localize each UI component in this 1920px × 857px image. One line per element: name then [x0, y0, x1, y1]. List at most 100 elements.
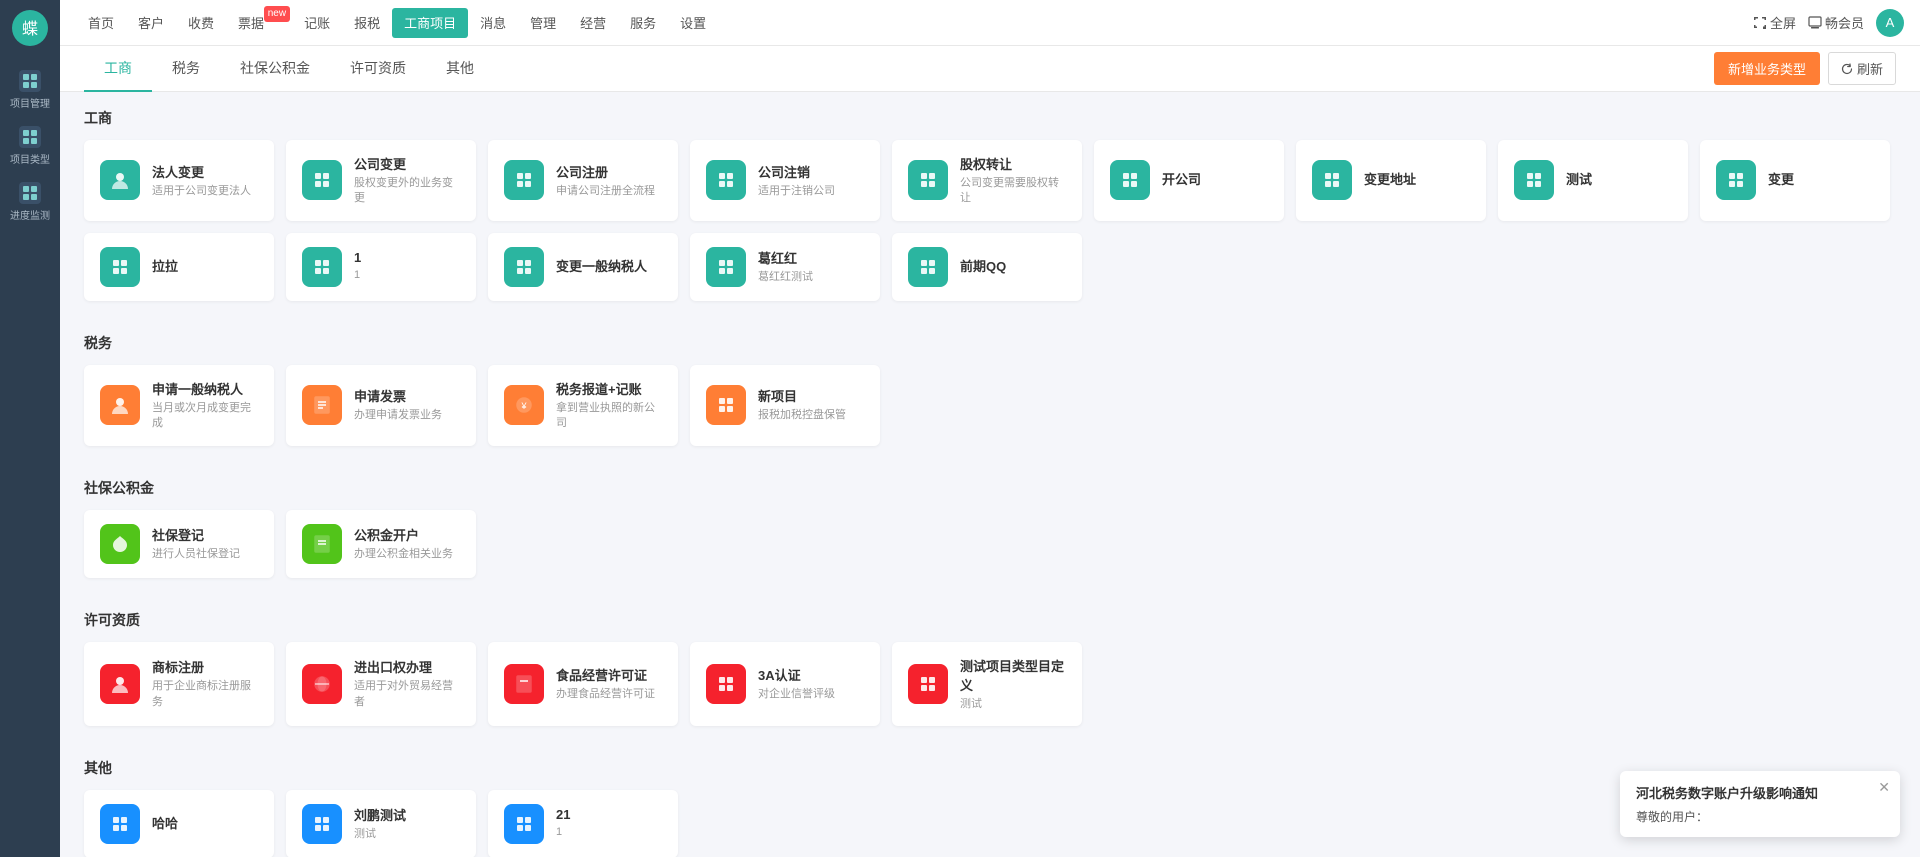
card-tax-report-icon: ¥ — [504, 385, 544, 425]
card-lala-icon — [100, 247, 140, 287]
sidebar: 蝶 项目管理 项目类型 进度监测 — [0, 0, 60, 857]
card-equity-transfer[interactable]: 股权转让 公司变更需要股权转让 — [892, 140, 1082, 221]
svg-text:蝶: 蝶 — [22, 20, 38, 38]
nav-message[interactable]: 消息 — [468, 0, 518, 46]
card-food-license-desc: 办理食品经营许可证 — [556, 687, 655, 702]
card-test[interactable]: 测试 — [1498, 140, 1688, 221]
card-one[interactable]: 1 1 — [286, 233, 476, 301]
content-area: 工商 法人变更 适用于公司变更法人 — [60, 92, 1920, 857]
card-tax-report[interactable]: ¥ 税务报道+记账 拿到营业执照的新公司 — [488, 365, 678, 446]
card-trademark-title: 商标注册 — [152, 657, 258, 676]
card-pre-qq[interactable]: 前期QQ — [892, 233, 1082, 301]
subnav-xuke[interactable]: 许可资质 — [330, 46, 426, 92]
subnav-gongshang[interactable]: 工商 — [84, 46, 152, 92]
nav-accounting[interactable]: 记账 — [292, 0, 342, 46]
card-twenty-one[interactable]: 21 1 — [488, 790, 678, 857]
card-legal-change-title: 法人变更 — [152, 162, 251, 181]
card-one-icon — [302, 247, 342, 287]
card-change-address-title: 变更地址 — [1364, 169, 1416, 188]
nav-home[interactable]: 首页 — [76, 0, 126, 46]
xuke-card-grid: 商标注册 用于企业商标注册服务 进出口权办理 适用于对外贸易经营者 — [84, 642, 1896, 726]
user-avatar[interactable]: A — [1876, 9, 1904, 37]
fullscreen-btn[interactable]: 全屏 — [1753, 13, 1796, 32]
card-3a-cert-icon — [706, 664, 746, 704]
card-apply-invoice-desc: 办理申请发票业务 — [354, 408, 442, 423]
notification-close-btn[interactable]: ✕ — [1878, 779, 1890, 796]
card-import-export-icon — [302, 664, 342, 704]
new-type-button[interactable]: 新增业务类型 — [1714, 52, 1820, 85]
section-gongshang-title: 工商 — [84, 108, 1896, 128]
card-company-cancel-desc: 适用于注销公司 — [758, 184, 835, 199]
member-btn[interactable]: 畅会员 — [1808, 13, 1864, 32]
card-mohonghong-title: 葛红红 — [758, 248, 813, 267]
card-mohonghong-icon — [706, 247, 746, 287]
card-legal-change[interactable]: 法人变更 适用于公司变更法人 — [84, 140, 274, 221]
card-change-icon — [1716, 160, 1756, 200]
card-new-project-icon — [706, 385, 746, 425]
nav-manage[interactable]: 管理 — [518, 0, 568, 46]
card-food-license[interactable]: 食品经营许可证 办理食品经营许可证 — [488, 642, 678, 726]
card-company-change-desc: 股权变更外的业务变更 — [354, 176, 460, 207]
card-company-change-icon — [302, 160, 342, 200]
card-haha-icon — [100, 804, 140, 844]
nav-client[interactable]: 客户 — [126, 0, 176, 46]
card-change-taxpayer[interactable]: 变更一般纳税人 — [488, 233, 678, 301]
card-food-license-icon — [504, 664, 544, 704]
section-gongshang: 工商 法人变更 适用于公司变更法人 — [60, 92, 1920, 317]
card-new-project[interactable]: 新项目 报税加税控盘保管 — [690, 365, 880, 446]
card-apply-taxpayer[interactable]: 申请一般纳税人 当月或次月成变更完成 — [84, 365, 274, 446]
card-test-title: 测试 — [1566, 169, 1592, 188]
card-fund-account-icon — [302, 524, 342, 564]
card-change[interactable]: 变更 — [1700, 140, 1890, 221]
card-open-company-icon — [1110, 160, 1150, 200]
refresh-button[interactable]: 刷新 — [1828, 52, 1896, 85]
nav-invoice[interactable]: 票据 new — [226, 0, 292, 46]
nav-bizproject[interactable]: 工商项目 — [392, 8, 468, 38]
card-social-register[interactable]: 社保登记 进行人员社保登记 — [84, 510, 274, 578]
card-twenty-one-desc: 1 — [556, 825, 570, 840]
card-change-address[interactable]: 变更地址 — [1296, 140, 1486, 221]
card-haha-title: 哈哈 — [152, 813, 178, 832]
card-import-export-desc: 适用于对外贸易经营者 — [354, 679, 460, 710]
card-company-cancel[interactable]: 公司注销 适用于注销公司 — [690, 140, 880, 221]
card-lala[interactable]: 拉拉 — [84, 233, 274, 301]
card-legal-change-desc: 适用于公司变更法人 — [152, 184, 251, 199]
subnav-actions: 新增业务类型 刷新 — [1714, 52, 1896, 85]
nav-tax[interactable]: 报税 — [342, 0, 392, 46]
nav-operation[interactable]: 经营 — [568, 0, 618, 46]
sidebar-item-project-type[interactable]: 项目类型 — [0, 118, 60, 174]
card-3a-cert[interactable]: 3A认证 对企业信誉评级 — [690, 642, 880, 726]
subnav-shebao[interactable]: 社保公积金 — [220, 46, 330, 92]
subnav-other[interactable]: 其他 — [426, 46, 494, 92]
subnav-shuiwu[interactable]: 税务 — [152, 46, 220, 92]
nav-service[interactable]: 服务 — [618, 0, 668, 46]
card-trademark[interactable]: 商标注册 用于企业商标注册服务 — [84, 642, 274, 726]
card-test-project-type[interactable]: 测试项目类型目定义 测试 — [892, 642, 1082, 726]
card-change-taxpayer-icon — [504, 247, 544, 287]
nav-settings[interactable]: 设置 — [668, 0, 718, 46]
card-fund-account[interactable]: 公积金开户 办理公积金相关业务 — [286, 510, 476, 578]
card-company-register[interactable]: 公司注册 申请公司注册全流程 — [488, 140, 678, 221]
card-haha[interactable]: 哈哈 — [84, 790, 274, 857]
sidebar-item-project-mgmt[interactable]: 项目管理 — [0, 62, 60, 118]
topnav-right: 全屏 畅会员 A — [1753, 9, 1904, 37]
card-fund-account-desc: 办理公积金相关业务 — [354, 547, 453, 562]
project-type-icon — [19, 126, 41, 148]
card-test-icon — [1514, 160, 1554, 200]
nav-billing[interactable]: 收费 — [176, 0, 226, 46]
card-open-company[interactable]: 开公司 — [1094, 140, 1284, 221]
card-mohonghong[interactable]: 葛红红 葛红红测试 — [690, 233, 880, 301]
notification-panel: ✕ 河北税务数字账户升级影响通知 尊敬的用户： — [1620, 771, 1900, 837]
card-liupeng-test[interactable]: 刘鹏测试 测试 — [286, 790, 476, 857]
card-one-title: 1 — [354, 250, 361, 265]
sidebar-item-progress-monitor[interactable]: 进度监测 — [0, 174, 60, 230]
card-change-taxpayer-title: 变更一般纳税人 — [556, 256, 647, 275]
card-company-change[interactable]: 公司变更 股权变更外的业务变更 — [286, 140, 476, 221]
section-tax: 税务 申请一般纳税人 当月或次月成变更完成 申请发票 — [60, 317, 1920, 462]
card-import-export[interactable]: 进出口权办理 适用于对外贸易经营者 — [286, 642, 476, 726]
card-trademark-icon — [100, 664, 140, 704]
card-apply-invoice-title: 申请发票 — [354, 386, 442, 405]
card-equity-transfer-desc: 公司变更需要股权转让 — [960, 176, 1066, 207]
card-apply-invoice[interactable]: 申请发票 办理申请发票业务 — [286, 365, 476, 446]
card-pre-qq-icon — [908, 247, 948, 287]
